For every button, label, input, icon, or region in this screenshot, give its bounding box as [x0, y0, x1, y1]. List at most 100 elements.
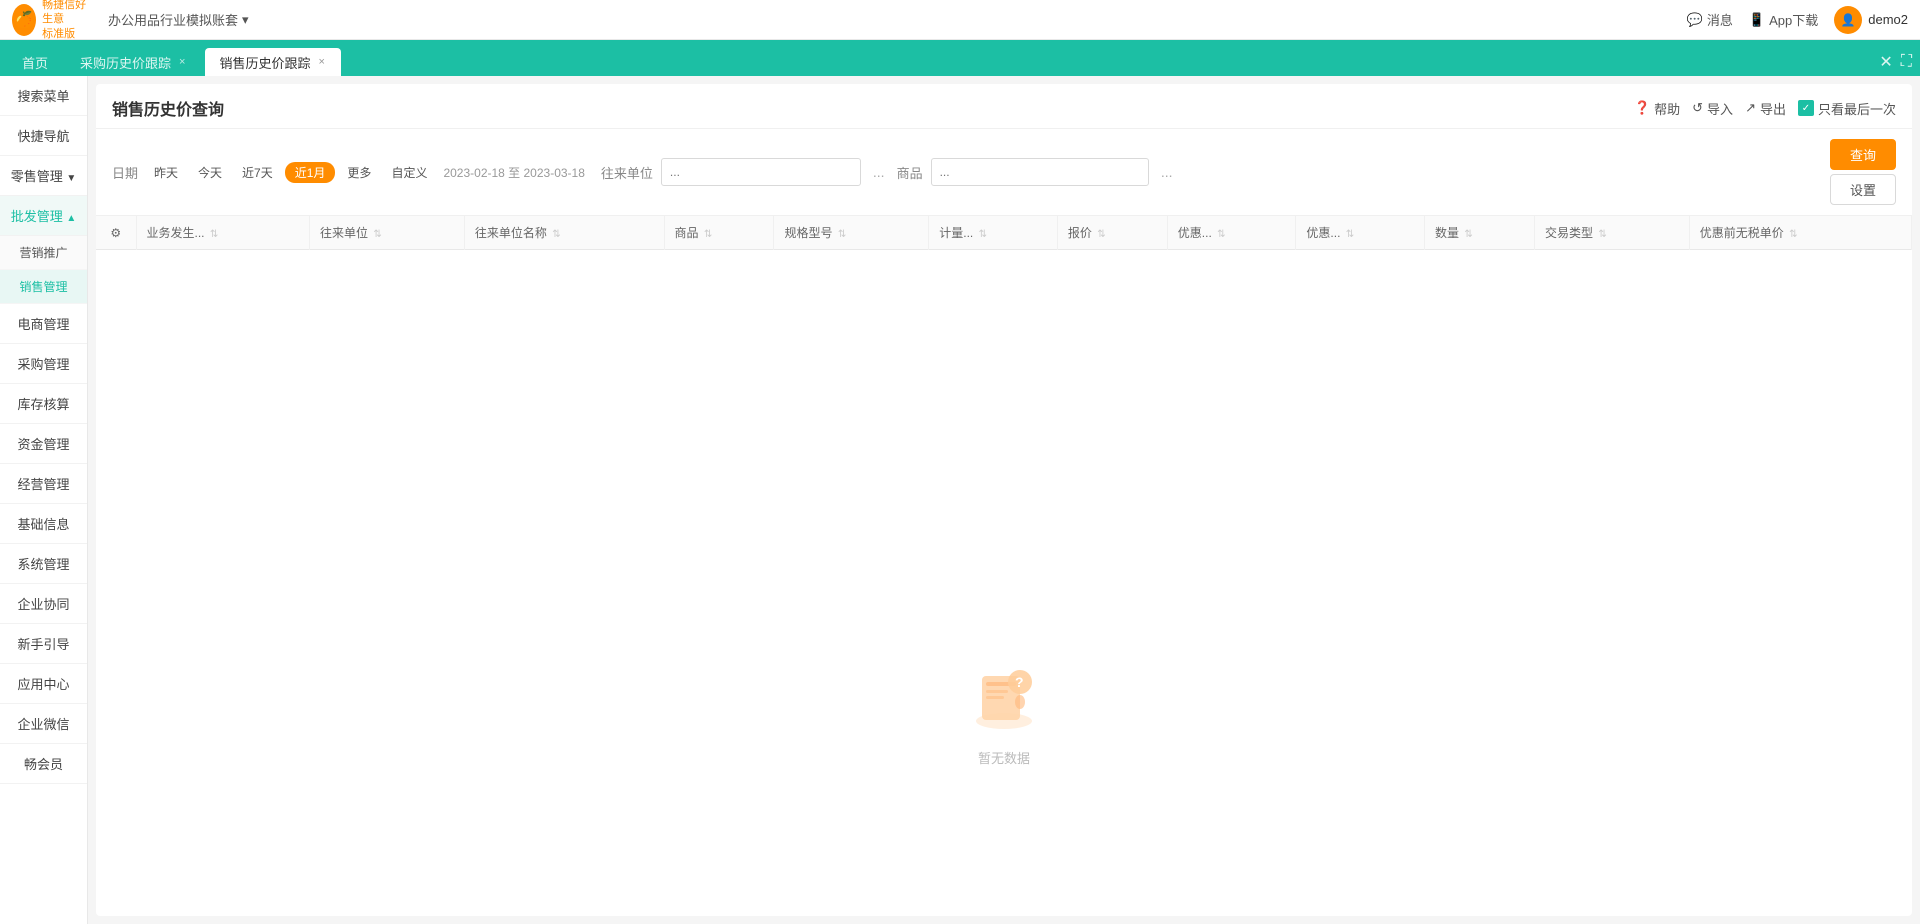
empty-illustration: ?: [964, 656, 1044, 736]
sort-icon: ⇅: [552, 229, 560, 240]
page-title: 销售历史价查询: [112, 96, 224, 120]
tab-sales-history[interactable]: 销售历史价跟踪 ×: [205, 48, 340, 76]
table-area: ⚙ 业务发生... ⇅ 往来单位 ⇅ 往来单位名称: [96, 216, 1912, 506]
svg-text:?: ?: [1015, 674, 1024, 690]
table-col-pretax-price[interactable]: 优惠前无税单价 ⇅: [1689, 216, 1911, 250]
date-btn-7days[interactable]: 近7天: [234, 162, 281, 183]
maximize-button[interactable]: ⛶: [1901, 53, 1912, 71]
export-button[interactable]: ↗ 导出: [1745, 99, 1786, 118]
app-download-button[interactable]: 📱 App下载: [1749, 10, 1818, 29]
tab-close-purchase[interactable]: ×: [177, 55, 187, 69]
help-button[interactable]: ❓ 帮助: [1634, 99, 1680, 118]
sidebar-item-member[interactable]: 畅会员: [0, 744, 87, 784]
sort-icon: ⇅: [1217, 229, 1225, 240]
sidebar-item-new-guide[interactable]: 新手引导: [0, 624, 87, 664]
table-col-unit[interactable]: 计量... ⇅: [929, 216, 1058, 250]
goods-filter-field: 商品 ...: [897, 158, 1177, 186]
sidebar-sub-item-marketing[interactable]: 营销推广: [0, 236, 87, 270]
tab-bar: 首页 采购历史价跟踪 × 销售历史价跟踪 × ✕ ⛶: [0, 40, 1920, 76]
sort-icon: ⇅: [373, 229, 381, 240]
sort-icon: ⇅: [1464, 229, 1472, 240]
sidebar-item-finance[interactable]: 资金管理: [0, 424, 87, 464]
table-col-discount2[interactable]: 优惠... ⇅: [1296, 216, 1425, 250]
date-btn-1month[interactable]: 近1月: [285, 162, 336, 183]
data-table: ⚙ 业务发生... ⇅ 往来单位 ⇅ 往来单位名称: [96, 216, 1912, 250]
table-col-discount1[interactable]: 优惠... ⇅: [1167, 216, 1296, 250]
table-col-trade-type[interactable]: 交易类型 ⇅: [1534, 216, 1689, 250]
filter-bar: 日期 昨天 今天 近7天 近1月 更多 自定义 2023-02-18 至 202…: [96, 129, 1912, 216]
date-btn-yesterday[interactable]: 昨天: [146, 162, 186, 183]
logo-text: 畅捷信好生意 标准版: [42, 0, 92, 41]
table-col-settings[interactable]: ⚙: [96, 216, 136, 250]
tab-bar-controls: ✕ ⛶: [1879, 52, 1912, 76]
page-header: 销售历史价查询 ❓ 帮助 ↺ 导入 ↗ 导出 ✓: [96, 84, 1912, 129]
import-button[interactable]: ↺ 导入: [1692, 99, 1733, 118]
goods-picker-button[interactable]: ...: [1157, 162, 1177, 182]
sidebar-item-wholesale[interactable]: 批发管理 ▲: [0, 196, 87, 236]
settings-button[interactable]: 设置: [1830, 174, 1896, 205]
sidebar-item-quick-nav[interactable]: 快捷导航: [0, 116, 87, 156]
header-right: 💬 消息 📱 App下载 👤 demo2: [1687, 6, 1908, 34]
content-area: 销售历史价查询 ❓ 帮助 ↺ 导入 ↗ 导出 ✓: [88, 76, 1920, 924]
sort-icon: ⇅: [1598, 229, 1606, 240]
sidebar-item-enterprise-collab[interactable]: 企业协同: [0, 584, 87, 624]
mobile-icon: 📱: [1749, 12, 1765, 28]
sidebar-item-ecommerce[interactable]: 电商管理: [0, 304, 87, 344]
sort-icon: ⇅: [1789, 229, 1797, 240]
table-col-spec[interactable]: 规格型号 ⇅: [774, 216, 929, 250]
partner-input[interactable]: [661, 158, 861, 186]
tab-purchase-history[interactable]: 采购历史价跟踪 ×: [66, 48, 201, 76]
partner-picker-button[interactable]: ...: [869, 162, 889, 182]
sidebar-item-retail[interactable]: 零售管理 ▼: [0, 156, 87, 196]
sidebar-item-operations[interactable]: 经营管理: [0, 464, 87, 504]
last-once-checkbox[interactable]: ✓ 只看最后一次: [1798, 99, 1896, 118]
top-header: 🍊 畅捷信好生意 标准版 办公用品行业模拟账套 ▾ 💬 消息 📱 App下载 👤…: [0, 0, 1920, 40]
filter-actions: 查询 设置: [1830, 139, 1896, 205]
sort-icon: ⇅: [210, 229, 218, 240]
date-btn-custom[interactable]: 自定义: [383, 162, 435, 183]
page-header-actions: ❓ 帮助 ↺ 导入 ↗ 导出 ✓ 只看最后一次: [1634, 99, 1896, 118]
tab-close-sales[interactable]: ×: [316, 55, 326, 69]
user-avatar-area[interactable]: 👤 demo2: [1834, 6, 1908, 34]
sidebar-item-enterprise-wechat[interactable]: 企业微信: [0, 704, 87, 744]
table-col-quote[interactable]: 报价 ⇅: [1057, 216, 1167, 250]
filter-input-area: 往来单位 ... 商品 ...: [601, 158, 1814, 186]
date-range-text: 2023-02-18 至 2023-03-18: [443, 164, 584, 181]
logo-icon: 🍊: [12, 4, 36, 36]
table-header-row: ⚙ 业务发生... ⇅ 往来单位 ⇅ 往来单位名称: [96, 216, 1912, 250]
empty-text: 暂无数据: [978, 748, 1030, 767]
table-and-empty: ⚙ 业务发生... ⇅ 往来单位 ⇅ 往来单位名称: [96, 216, 1912, 916]
message-icon: 💬: [1687, 12, 1703, 28]
sort-icon: ⇅: [979, 229, 987, 240]
sidebar-item-system[interactable]: 系统管理: [0, 544, 87, 584]
tab-home[interactable]: 首页: [8, 48, 62, 76]
sidebar-item-app-center[interactable]: 应用中心: [0, 664, 87, 704]
chevron-down-icon: ▾: [242, 12, 249, 28]
table-col-goods[interactable]: 商品 ⇅: [664, 216, 774, 250]
sidebar-item-basic-info[interactable]: 基础信息: [0, 504, 87, 544]
logo-area: 🍊 畅捷信好生意 标准版: [12, 0, 92, 41]
chevron-down-icon: ▼: [66, 173, 76, 184]
table-col-date[interactable]: 业务发生... ⇅: [136, 216, 310, 250]
workspace-selector[interactable]: 办公用品行业模拟账套 ▾: [100, 6, 257, 33]
chevron-up-icon: ▲: [66, 213, 76, 224]
sidebar-item-purchase[interactable]: 采购管理: [0, 344, 87, 384]
sidebar-item-inventory[interactable]: 库存核算: [0, 384, 87, 424]
sidebar-sub-item-sales[interactable]: 销售管理: [0, 270, 87, 304]
table-col-partner-name[interactable]: 往来单位名称 ⇅: [464, 216, 664, 250]
date-btn-more[interactable]: 更多: [339, 162, 379, 183]
help-icon: ❓: [1634, 100, 1650, 116]
sort-icon: ⇅: [1346, 229, 1354, 240]
message-button[interactable]: 💬 消息: [1687, 10, 1733, 29]
goods-input[interactable]: [931, 158, 1149, 186]
import-icon: ↺: [1692, 100, 1703, 116]
sidebar-item-search[interactable]: 搜索菜单: [0, 76, 87, 116]
sort-icon: ⇅: [704, 229, 712, 240]
query-button[interactable]: 查询: [1830, 139, 1896, 170]
table-col-partner[interactable]: 往来单位 ⇅: [310, 216, 465, 250]
date-btn-today[interactable]: 今天: [190, 162, 230, 183]
close-tab-button[interactable]: ✕: [1879, 52, 1892, 72]
table-col-quantity[interactable]: 数量 ⇅: [1425, 216, 1535, 250]
sort-icon: ⇅: [838, 229, 846, 240]
export-icon: ↗: [1745, 100, 1756, 116]
